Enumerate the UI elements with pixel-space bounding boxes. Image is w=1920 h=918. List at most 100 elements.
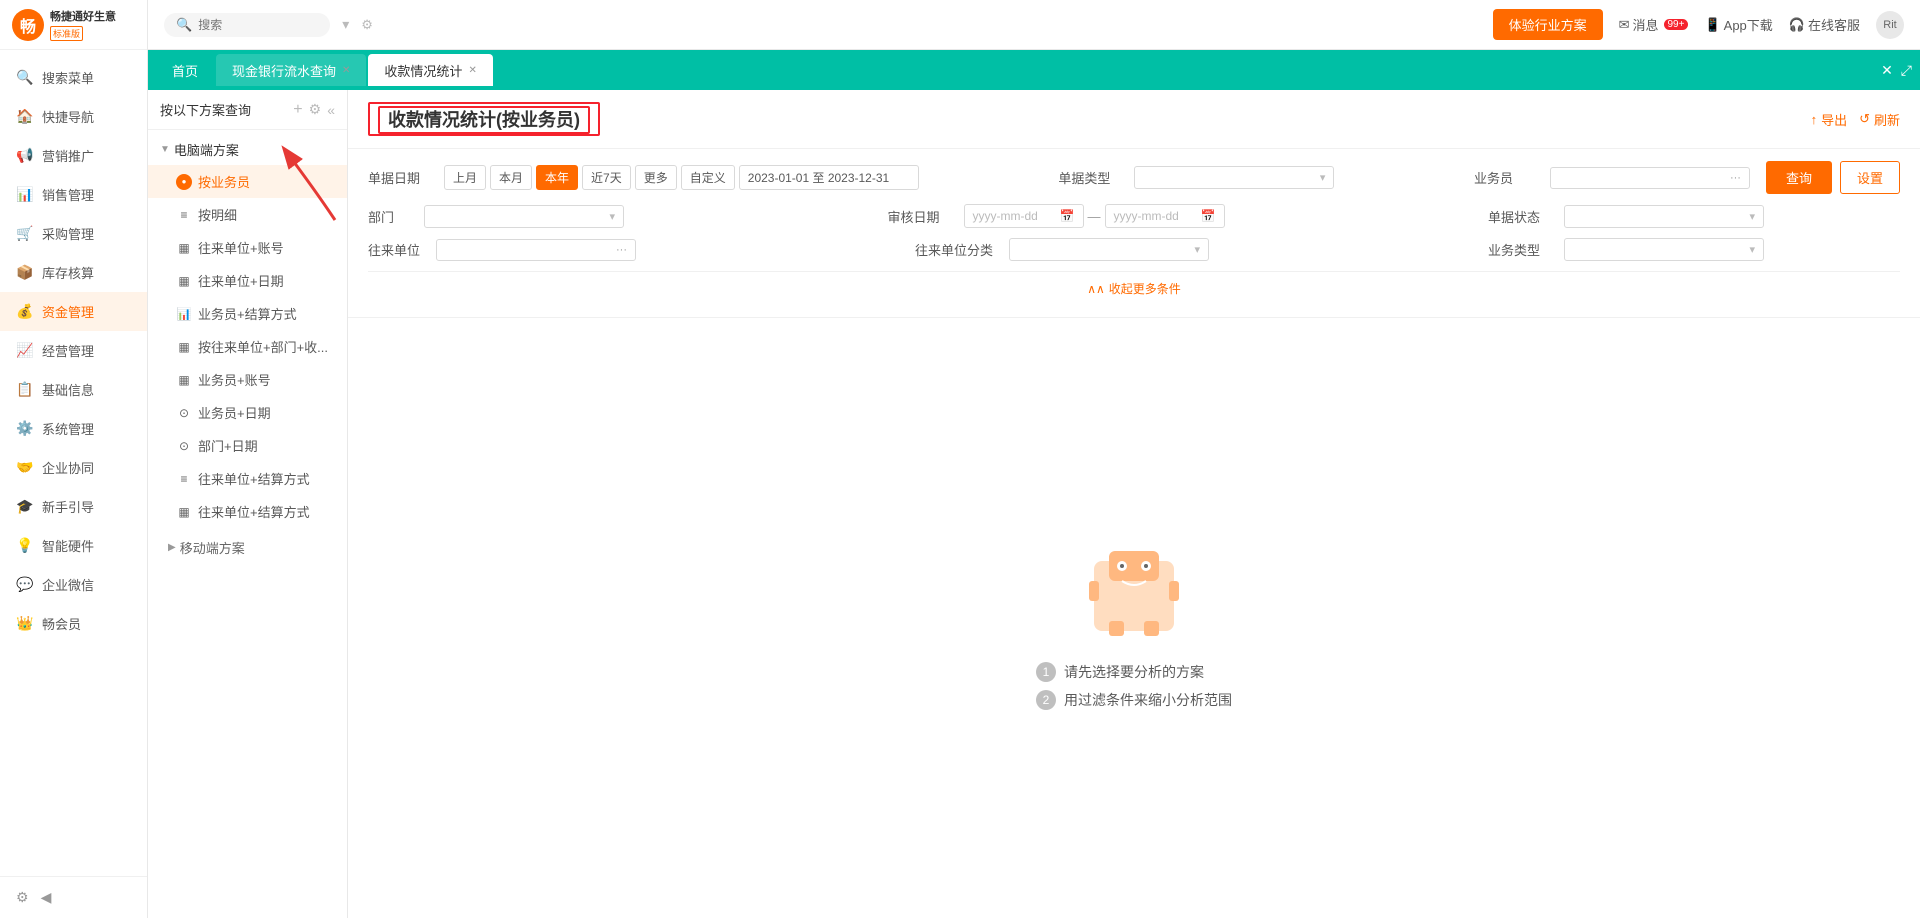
plan-item-dept-date[interactable]: ⊙ 部门+日期 [148, 429, 347, 462]
collapse-sidebar-icon[interactable]: ◀ [41, 889, 52, 906]
salesperson-more-icon[interactable]: ··· [1730, 172, 1741, 184]
basic-icon: 📋 [16, 381, 34, 399]
app-download-btn[interactable]: 📱 App下载 [1704, 15, 1772, 34]
sidebar-item-guide[interactable]: 🎓 新手引导 [0, 487, 147, 526]
salesperson-item-icon: ● [176, 174, 192, 190]
sidebar-item-marketing[interactable]: 📢 营销推广 [0, 136, 147, 175]
plan-item-counterpart-settlement1[interactable]: ≡ 往来单位+结算方式 [148, 462, 347, 495]
topbar-search-input[interactable] [198, 18, 318, 32]
main-area: 🔍 ▾ ⚙ 体验行业方案 ✉ 消息 99+ 📱 App下载 🎧 [148, 0, 1920, 918]
mobile-group-header[interactable]: ▶ 移动端方案 [148, 532, 347, 563]
plan-item-by-detail[interactable]: ≡ 按明细 [148, 198, 347, 231]
sidebar-item-member[interactable]: 👑 畅会员 [0, 604, 147, 643]
logo-badge: 标准版 [50, 26, 83, 41]
settings-button[interactable]: 设置 [1840, 161, 1900, 194]
tab-collection-stat[interactable]: 收款情况统计 ✕ [368, 54, 492, 86]
member-icon: 👑 [16, 615, 34, 633]
doc-type-select[interactable]: ▾ [1134, 166, 1334, 189]
plan-item-salesperson-date[interactable]: ⊙ 业务员+日期 [148, 396, 347, 429]
topbar-left: 🔍 ▾ ⚙ [164, 13, 373, 37]
filter-row-1: 单据日期 上月 本月 本年 近7天 更多 自定义 2023-01-01 至 20… [368, 161, 1900, 194]
tab-bank-flow[interactable]: 现金银行流水查询 ✕ [216, 54, 366, 86]
date-btn-7days[interactable]: 近7天 [582, 165, 631, 190]
date-btn-custom[interactable]: 自定义 [681, 165, 735, 190]
counterpart-more-icon[interactable]: ··· [616, 244, 627, 256]
export-button[interactable]: ↑ 导出 [1811, 110, 1848, 129]
logo-area: 畅 畅捷通好生意 标准版 [0, 0, 147, 50]
date-btn-more[interactable]: 更多 [635, 165, 677, 190]
dept-select[interactable]: ▾ [424, 205, 624, 228]
sidebar-item-fund[interactable]: 💰 资金管理 [0, 292, 147, 331]
empty-svg-icon [1074, 531, 1194, 641]
sidebar-item-basic[interactable]: 📋 基础信息 [0, 370, 147, 409]
add-plan-icon[interactable]: + [293, 101, 302, 119]
guide-icon: 🎓 [16, 498, 34, 516]
plan-item-counterpart-account[interactable]: ▦ 往来单位+账号 [148, 231, 347, 264]
business-type-select[interactable]: ▾ [1564, 238, 1764, 261]
export-icon: ↑ [1811, 112, 1818, 127]
collapse-bar[interactable]: ∧∧ 收起更多条件 [368, 271, 1900, 305]
sidebar-item-system[interactable]: ⚙️ 系统管理 [0, 409, 147, 448]
date-btn-this-month[interactable]: 本月 [490, 165, 532, 190]
page-title: 收款情况统计(按业务员) [378, 106, 590, 134]
filter-actions: 查询 设置 [1766, 161, 1900, 194]
user-avatar[interactable]: Rit [1876, 11, 1904, 39]
plan-item-by-salesperson[interactable]: ● 按业务员 [148, 165, 347, 198]
page-title-highlight: 收款情况统计(按业务员) [368, 102, 600, 136]
review-date-label: 审核日期 [888, 207, 948, 226]
tab-home[interactable]: 首页 [156, 54, 214, 86]
online-service-btn[interactable]: 🎧 在线客服 [1789, 15, 1860, 34]
topbar-settings-icon[interactable]: ⚙ [361, 17, 373, 33]
collapse-panel-icon[interactable]: « [327, 102, 335, 118]
business-type-label: 业务类型 [1488, 240, 1548, 259]
topbar-search-box[interactable]: 🔍 [164, 13, 330, 37]
close-window-icon[interactable]: ✕ [1881, 62, 1893, 79]
dept-dropdown-icon: ▾ [609, 210, 615, 223]
detail-item-icon: ≡ [176, 207, 192, 223]
plan-item-salesperson-account[interactable]: ▦ 业务员+账号 [148, 363, 347, 396]
review-date-from[interactable]: yyyy-mm-dd 📅 [964, 204, 1084, 228]
trial-button[interactable]: 体验行业方案 [1493, 9, 1603, 40]
sidebar-item-sales[interactable]: 📊 销售管理 [0, 175, 147, 214]
counterpart-account-icon: ▦ [176, 240, 192, 256]
sidebar-item-enterprise[interactable]: 🤝 企业协同 [0, 448, 147, 487]
review-date-to[interactable]: yyyy-mm-dd 📅 [1105, 204, 1225, 228]
tab-collection-stat-close[interactable]: ✕ [468, 65, 476, 76]
refresh-button[interactable]: ↺ 刷新 [1859, 110, 1900, 129]
messages-btn[interactable]: ✉ 消息 99+ [1619, 15, 1689, 34]
tip-num-1: 1 [1036, 662, 1056, 682]
sidebar-item-purchase[interactable]: 🛒 采购管理 [0, 214, 147, 253]
tab-bank-flow-close[interactable]: ✕ [342, 65, 350, 76]
smart-hw-icon: 💡 [16, 537, 34, 555]
enterprise-icon: 🤝 [16, 459, 34, 477]
refresh-icon: ↺ [1859, 111, 1870, 127]
date-options-group: 上月 本月 本年 近7天 更多 自定义 2023-01-01 至 2023-12… [444, 165, 919, 190]
counterpart-category-select[interactable]: ▾ [1009, 238, 1209, 261]
sidebar-item-inventory[interactable]: 📦 库存核算 [0, 253, 147, 292]
sidebar-item-quick-nav[interactable]: 🏠 快捷导航 [0, 97, 147, 136]
plan-item-counterpart-dept[interactable]: ▦ 按往来单位+部门+收... [148, 330, 347, 363]
sidebar-item-search-menu[interactable]: 🔍 搜索菜单 [0, 58, 147, 97]
inventory-icon: 📦 [16, 264, 34, 282]
settings-bottom-icon[interactable]: ⚙ [16, 889, 29, 906]
expand-window-icon[interactable]: ⤢ [1901, 62, 1912, 79]
messages-icon: ✉ [1619, 17, 1630, 33]
doc-status-select[interactable]: ▾ [1564, 205, 1764, 228]
plan-item-salesperson-settlement[interactable]: 📊 业务员+结算方式 [148, 297, 347, 330]
salesperson-select[interactable]: ··· [1550, 167, 1750, 189]
query-button[interactable]: 查询 [1766, 161, 1832, 194]
desktop-group-header[interactable]: ▼ 电脑端方案 [148, 134, 347, 165]
counterpart-select[interactable]: ··· [436, 239, 636, 261]
business-type-dropdown-icon: ▾ [1749, 243, 1755, 256]
empty-state: 1 请先选择要分析的方案 2 用过滤条件来缩小分析范围 [348, 318, 1920, 918]
salesperson-settlement-icon: 📊 [176, 306, 192, 322]
plan-item-counterpart-settlement2[interactable]: ▦ 往来单位+结算方式 [148, 495, 347, 528]
topbar-dropdown-icon[interactable]: ▾ [342, 16, 349, 33]
sidebar-item-operation[interactable]: 📈 经营管理 [0, 331, 147, 370]
date-btn-this-year[interactable]: 本年 [536, 165, 578, 190]
plan-settings-icon[interactable]: ⚙ [309, 101, 322, 118]
sidebar-item-wechat[interactable]: 💬 企业微信 [0, 565, 147, 604]
date-btn-last-month[interactable]: 上月 [444, 165, 486, 190]
sidebar-item-smart-hw[interactable]: 💡 智能硬件 [0, 526, 147, 565]
plan-item-counterpart-date[interactable]: ▦ 往来单位+日期 [148, 264, 347, 297]
